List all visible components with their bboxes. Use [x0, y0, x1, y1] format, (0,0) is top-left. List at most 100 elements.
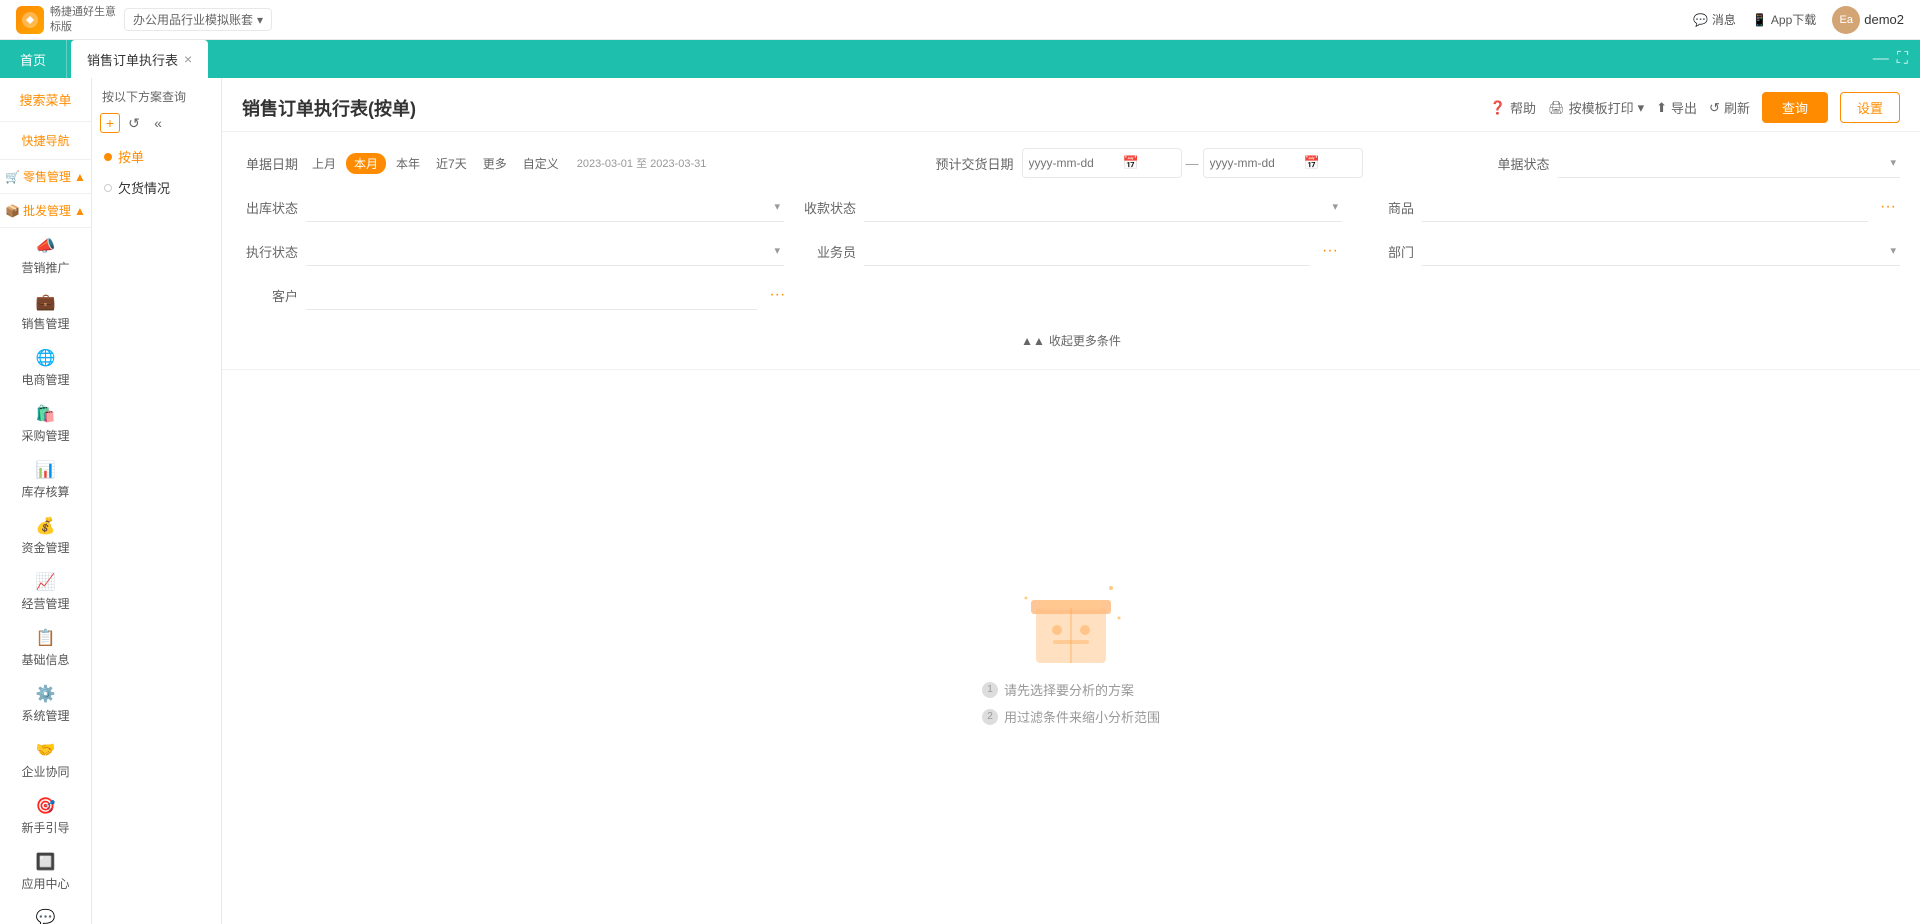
hint-num-1: 1: [982, 682, 998, 698]
tab-sales-order[interactable]: 销售订单执行表 ×: [71, 40, 208, 78]
tab-home[interactable]: 首页: [0, 40, 67, 78]
collapse-panel-btn[interactable]: «: [148, 113, 168, 133]
customer-more-btn[interactable]: ···: [765, 287, 789, 303]
maximize-icon[interactable]: ⛶: [1897, 50, 1908, 68]
download-icon: 📱: [1752, 13, 1767, 27]
dept-select[interactable]: ▾: [1422, 236, 1900, 266]
quick-nav-label[interactable]: 快捷导航: [0, 128, 91, 153]
tab-close-icon[interactable]: ×: [184, 52, 192, 66]
date-tab-this-month[interactable]: 本月: [346, 153, 386, 174]
app-download-btn[interactable]: 📱 App下载: [1752, 11, 1816, 28]
sidebar-item-ecommerce[interactable]: 🌐 电商管理: [0, 340, 91, 396]
hint-num-2: 2: [982, 709, 998, 725]
logo-icon: [16, 6, 44, 34]
export-btn[interactable]: ⬆ 导出: [1656, 98, 1697, 117]
sidebar-section-wholesale: 📦 批发管理 ▲: [0, 194, 91, 228]
sidebar-item-guide[interactable]: 🎯 新手引导: [0, 788, 91, 844]
purchase-icon: 🛍️: [36, 404, 56, 424]
dept-select-arrow-icon: ▾: [1890, 244, 1896, 257]
salesperson-input[interactable]: [864, 236, 1310, 266]
sidebar-item-finance[interactable]: 💰 资金管理: [0, 508, 91, 564]
date-tab-7days[interactable]: 近7天: [430, 153, 473, 174]
filter-date: 单据日期 上月 本月 本年 近7天 更多 自定义 2023-03-01 至 20…: [242, 153, 920, 174]
print-btn[interactable]: 🖨 按模板打印 ▾: [1548, 98, 1644, 117]
goods-label: 商品: [1358, 198, 1414, 217]
goods-input[interactable]: [1422, 192, 1868, 222]
estimated-date-to[interactable]: [1210, 156, 1300, 170]
scheme-item-debt[interactable]: 欠货情况: [92, 172, 221, 203]
minimize-icon[interactable]: —: [1873, 50, 1889, 68]
collection-select-arrow-icon: ▾: [1332, 200, 1338, 213]
salesperson-more-btn[interactable]: ···: [1318, 243, 1342, 259]
ship-status-select[interactable]: ▾: [306, 192, 784, 222]
sidebar-item-corp[interactable]: 🤝 企业协同: [0, 732, 91, 788]
sidebar-item-sales[interactable]: 💼 销售管理: [0, 284, 91, 340]
calendar-from-icon[interactable]: 📅: [1123, 155, 1139, 171]
finance-icon: 💰: [36, 516, 56, 536]
sidebar-item-system[interactable]: ⚙️ 系统管理: [0, 676, 91, 732]
filter-dept: 部门 ▾: [1358, 236, 1900, 266]
basic-icon: 📋: [36, 628, 56, 648]
exec-status-dropdown[interactable]: [310, 243, 780, 258]
search-menu-btn[interactable]: 搜索菜单: [8, 86, 83, 113]
help-btn[interactable]: ❓ 帮助: [1490, 98, 1536, 117]
filter-salesperson: 业务员 ···: [800, 236, 1342, 266]
filter-row-2: 出库状态 ▾ 收款状态: [242, 192, 1900, 222]
retail-icon: 🛒: [5, 170, 20, 184]
calendar-to-icon[interactable]: 📅: [1304, 155, 1320, 171]
filter-customer: 客户 ···: [242, 280, 789, 310]
sidebar-item-wholesale[interactable]: 📦 批发管理 ▲: [0, 194, 91, 227]
message-btn[interactable]: 💬 消息: [1693, 11, 1736, 28]
sidebar-item-operations[interactable]: 📈 经营管理: [0, 564, 91, 620]
refresh-btn[interactable]: ↺ 刷新: [1709, 98, 1750, 117]
add-scheme-btn[interactable]: +: [100, 113, 120, 133]
empty-hint-1: 1 请先选择要分析的方案: [982, 680, 1160, 699]
sidebar-item-basic[interactable]: 📋 基础信息: [0, 620, 91, 676]
date-tab-last-month[interactable]: 上月: [306, 153, 342, 174]
estimated-date-from[interactable]: [1029, 156, 1119, 170]
right-content: 销售订单执行表(按单) ❓ 帮助 🖨 按模板打印 ▾ ⬆: [222, 78, 1920, 924]
ship-status-dropdown[interactable]: [310, 199, 780, 214]
doc-status-select[interactable]: ▾: [1558, 148, 1901, 178]
sidebar-item-apps[interactable]: 🔲 应用中心: [0, 844, 91, 900]
export-icon: ⬆: [1656, 100, 1667, 116]
date-tab-more[interactable]: 更多: [477, 153, 513, 174]
chevron-down-icon: ▾: [257, 13, 263, 27]
dept-dropdown[interactable]: [1426, 243, 1896, 258]
query-button[interactable]: 查询: [1762, 92, 1828, 123]
date-tab-this-year[interactable]: 本年: [390, 153, 426, 174]
ecommerce-icon: 🌐: [36, 348, 56, 368]
collapse-filter-btn[interactable]: ▲▲ 收起更多条件: [242, 324, 1900, 353]
user-area[interactable]: Ea demo2: [1832, 6, 1904, 34]
sidebar-item-retail[interactable]: 🛒 零售管理 ▲: [0, 160, 91, 193]
scheme-item-press[interactable]: 按单: [92, 141, 221, 172]
doc-status-dropdown[interactable]: [1562, 155, 1897, 170]
account-selector[interactable]: 办公用品行业模拟账套 ▾: [124, 8, 272, 31]
ship-select-arrow-icon: ▾: [774, 200, 780, 213]
sidebar-item-purchase[interactable]: 🛍️ 采购管理: [0, 396, 91, 452]
collection-status-dropdown[interactable]: [868, 199, 1338, 214]
collection-status-select[interactable]: ▾: [864, 192, 1342, 222]
settings-button[interactable]: 设置: [1840, 92, 1900, 123]
empty-icon: [1011, 568, 1131, 668]
goods-more-btn[interactable]: ···: [1876, 199, 1900, 215]
date-label: 单据日期: [242, 154, 298, 173]
filter-collection-status: 收款状态 ▾: [800, 192, 1342, 222]
filter-exec-status: 执行状态 ▾: [242, 236, 784, 266]
chevron-icon: ▲: [74, 170, 86, 184]
filter-section: 单据日期 上月 本月 本年 近7天 更多 自定义 2023-03-01 至 20…: [222, 132, 1920, 370]
customer-input[interactable]: [306, 280, 757, 310]
sidebar-item-inventory[interactable]: 📊 库存核算: [0, 452, 91, 508]
inventory-icon: 📊: [36, 460, 56, 480]
sidebar-item-marketing[interactable]: 📣 营销推广: [0, 228, 91, 284]
filter-row-1: 单据日期 上月 本月 本年 近7天 更多 自定义 2023-03-01 至 20…: [242, 148, 1900, 178]
dept-label: 部门: [1358, 242, 1414, 261]
operations-icon: 📈: [36, 572, 56, 592]
refresh-scheme-btn[interactable]: ↺: [124, 113, 144, 133]
empty-hint-2: 2 用过滤条件来缩小分析范围: [982, 707, 1160, 726]
customer-label: 客户: [242, 286, 298, 305]
exec-status-select[interactable]: ▾: [306, 236, 784, 266]
empty-state: 1 请先选择要分析的方案 2 用过滤条件来缩小分析范围: [222, 370, 1920, 924]
date-tab-custom[interactable]: 自定义: [517, 153, 565, 174]
sidebar-item-wechat[interactable]: 💬 企业微信: [0, 900, 91, 924]
